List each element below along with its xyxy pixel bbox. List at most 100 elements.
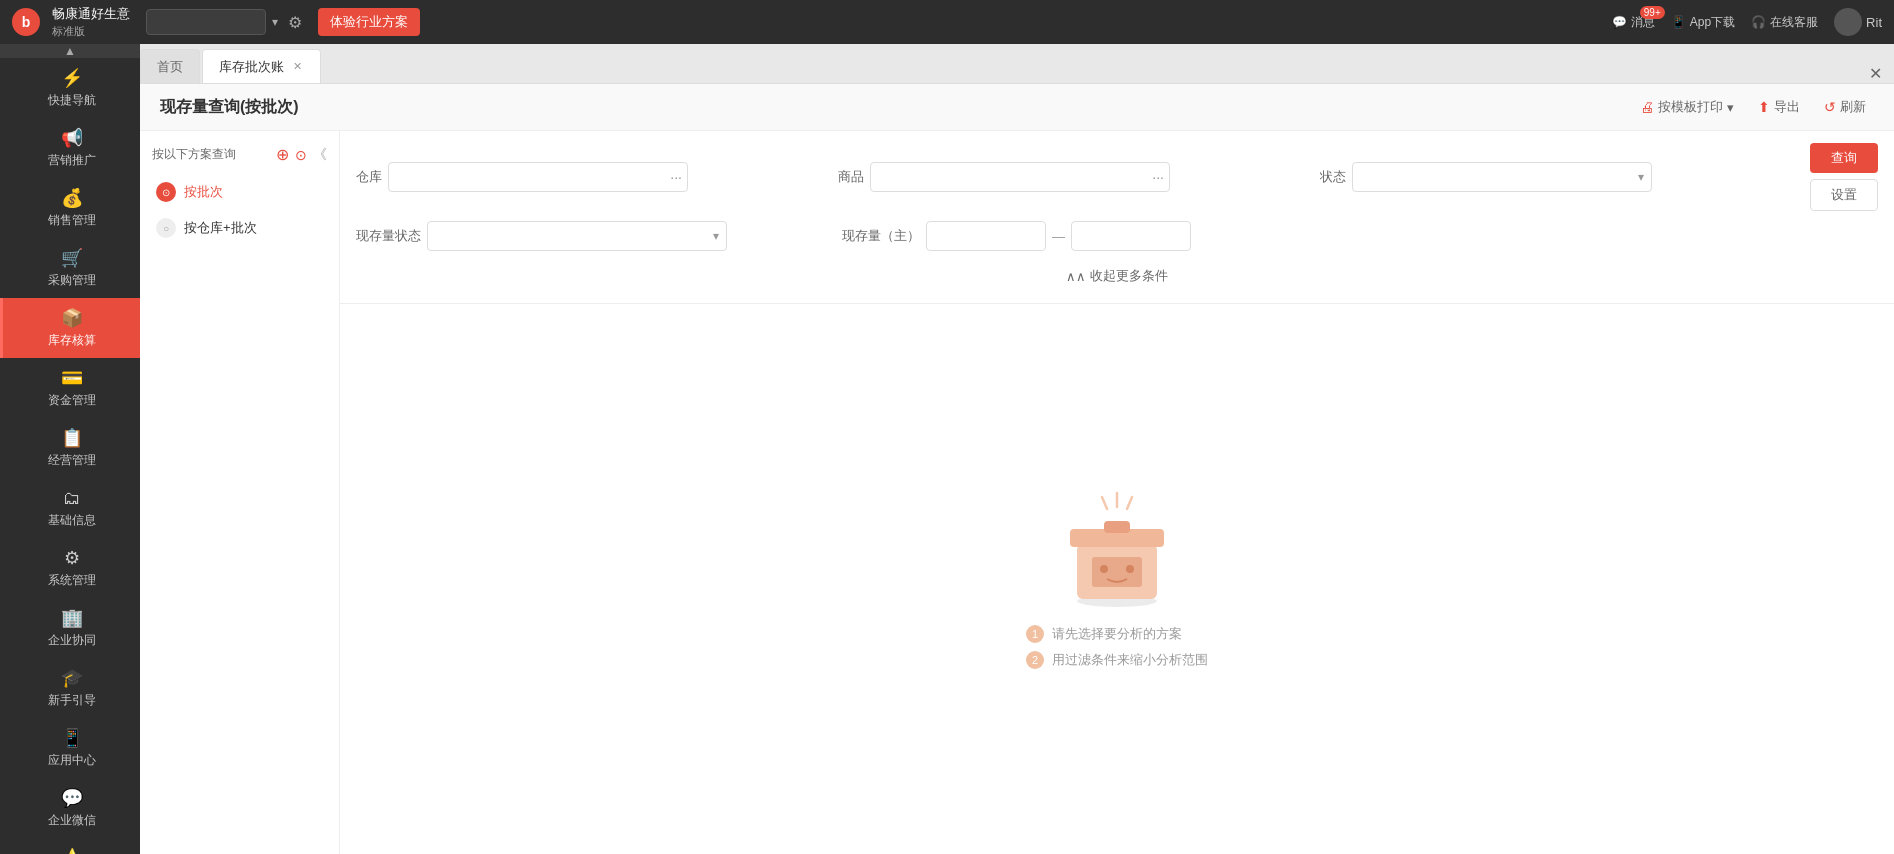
warehouse-dots[interactable]: ··· xyxy=(670,169,682,185)
range-dash: — xyxy=(1052,229,1065,244)
query-button[interactable]: 查询 xyxy=(1810,143,1878,173)
app-download-button[interactable]: 📱 App下载 xyxy=(1671,14,1735,31)
filter-actions: 查询 设置 xyxy=(1810,143,1878,211)
filter-row-1: 仓库 ··· 商品 ··· xyxy=(356,143,1878,211)
page-title: 现存量查询(按批次) xyxy=(160,97,299,118)
plan-warehouse-batch-label: 按仓库+批次 xyxy=(184,219,257,237)
sidebar-item-member[interactable]: ⭐ 畅会员 xyxy=(0,838,140,854)
inventory-qty-from[interactable] xyxy=(926,221,1046,251)
collapse-label: 收起更多条件 xyxy=(1090,267,1168,285)
filter-section: 仓库 ··· 商品 ··· xyxy=(340,131,1894,304)
left-panel: 按以下方案查询 ⊕ ⊙ 《 ⊙ 按批次 ○ 按仓库+批次 xyxy=(140,131,340,854)
product-input[interactable] xyxy=(870,162,1170,192)
apps-icon: 📱 xyxy=(61,727,83,749)
plan-warehouse-batch-icon: ○ xyxy=(156,218,176,238)
topbar-gear-icon[interactable]: ⚙ xyxy=(288,13,302,32)
sales-icon: 💰 xyxy=(61,187,83,209)
left-panel-header: 按以下方案查询 ⊕ ⊙ 《 xyxy=(140,139,339,170)
settings-plan-button[interactable]: ⊙ xyxy=(295,147,307,163)
guide-icon: 🎓 xyxy=(61,667,83,689)
sidebar-item-marketing[interactable]: 📢 营销推广 xyxy=(0,118,140,178)
experience-button[interactable]: 体验行业方案 xyxy=(318,8,420,36)
sidebar-item-enterprise[interactable]: 🏢 企业协同 xyxy=(0,598,140,658)
tab-bar: 首页 库存批次账 ✕ ✕ xyxy=(140,44,1894,84)
settings-button[interactable]: 设置 xyxy=(1810,179,1878,211)
sidebar-item-sales-label: 销售管理 xyxy=(48,213,96,229)
enterprise-icon: 🏢 xyxy=(61,607,83,629)
sidebar-item-system[interactable]: ⚙ 系统管理 xyxy=(0,538,140,598)
export-button[interactable]: ⬆ 导出 xyxy=(1750,94,1808,120)
warehouse-filter: 仓库 ··· xyxy=(356,162,822,192)
sidebar-item-apps[interactable]: 📱 应用中心 xyxy=(0,718,140,778)
collapse-button[interactable]: ∧∧ 收起更多条件 xyxy=(1066,261,1168,291)
warehouse-label: 仓库 xyxy=(356,168,382,186)
sidebar-item-guide-label: 新手引导 xyxy=(48,693,96,709)
sidebar: ▲ ⚡ 快捷导航 📢 营销推广 💰 销售管理 🛒 采购管理 📦 库存核算 💳 资… xyxy=(0,44,140,854)
page-header: 现存量查询(按批次) 🖨 按模板打印 ▾ ⬆ 导出 ↺ 刷新 xyxy=(140,84,1894,131)
warehouse-input[interactable] xyxy=(388,162,688,192)
member-icon: ⭐ xyxy=(61,847,83,854)
sidebar-item-inventory-label: 库存核算 xyxy=(48,333,96,349)
messages-badge: 99+ xyxy=(1640,6,1665,19)
collapse-icon: ∧∧ xyxy=(1066,269,1086,284)
wechat-icon: 💬 xyxy=(61,787,83,809)
right-panel: 仓库 ··· 商品 ··· xyxy=(340,131,1894,854)
user-area[interactable]: Rit xyxy=(1834,8,1882,36)
sidebar-item-sales[interactable]: 💰 销售管理 xyxy=(0,178,140,238)
tab-close-button[interactable]: ✕ xyxy=(290,60,304,74)
status-select[interactable] xyxy=(1352,162,1652,192)
search-input[interactable] xyxy=(146,9,266,35)
sidebar-item-wechat[interactable]: 💬 企业微信 xyxy=(0,778,140,838)
empty-svg xyxy=(1052,489,1182,609)
inventory-status-label: 现存量状态 xyxy=(356,227,421,245)
sidebar-item-marketing-label: 营销推广 xyxy=(48,153,96,169)
sidebar-item-basics[interactable]: 🗂 基础信息 xyxy=(0,478,140,538)
tab-inventory-batch-label: 库存批次账 xyxy=(219,58,284,76)
collapse-row: ∧∧ 收起更多条件 xyxy=(356,261,1878,291)
chevron-down-icon[interactable]: ▾ xyxy=(272,15,278,29)
print-button[interactable]: 🖨 按模板打印 ▾ xyxy=(1632,94,1742,120)
tab-home[interactable]: 首页 xyxy=(140,49,200,83)
sidebar-item-finance-label: 资金管理 xyxy=(48,393,96,409)
operation-icon: 📋 xyxy=(61,427,83,449)
sidebar-item-enterprise-label: 企业协同 xyxy=(48,633,96,649)
system-icon: ⚙ xyxy=(64,547,80,569)
sidebar-item-wechat-label: 企业微信 xyxy=(48,813,96,829)
status-select-wrap: ▾ xyxy=(1352,162,1652,192)
tab-bar-close-button[interactable]: ✕ xyxy=(1857,64,1894,83)
sidebar-item-inventory[interactable]: 📦 库存核算 xyxy=(0,298,140,358)
inventory-qty-to[interactable] xyxy=(1071,221,1191,251)
empty-hint-1: 1 请先选择要分析的方案 xyxy=(1026,625,1208,643)
sidebar-item-operation-label: 经营管理 xyxy=(48,453,96,469)
product-dots[interactable]: ··· xyxy=(1152,169,1164,185)
sidebar-item-system-label: 系统管理 xyxy=(48,573,96,589)
empty-illustration xyxy=(1052,489,1182,609)
filter-row-2: 现存量状态 ▾ 现存量（主） — xyxy=(356,221,1878,251)
sidebar-item-guide[interactable]: 🎓 新手引导 xyxy=(0,658,140,718)
svg-line-7 xyxy=(1102,497,1107,509)
online-service-button[interactable]: 🎧 在线客服 xyxy=(1751,14,1818,31)
hint-text-2: 用过滤条件来缩小分析范围 xyxy=(1052,651,1208,669)
online-service-label: 在线客服 xyxy=(1770,14,1818,31)
sidebar-item-quick-nav[interactable]: ⚡ 快捷导航 xyxy=(0,58,140,118)
plan-item-warehouse-batch[interactable]: ○ 按仓库+批次 xyxy=(140,210,339,246)
tab-inventory-batch[interactable]: 库存批次账 ✕ xyxy=(202,49,321,83)
print-icon: 🖨 xyxy=(1640,99,1654,115)
messages-button[interactable]: 💬 消息 99+ xyxy=(1612,14,1655,31)
warehouse-input-wrap: ··· xyxy=(388,162,688,192)
inventory-status-select[interactable] xyxy=(427,221,727,251)
sidebar-scroll-up[interactable]: ▲ xyxy=(0,44,140,58)
finance-icon: 💳 xyxy=(61,367,83,389)
sidebar-item-purchase[interactable]: 🛒 采购管理 xyxy=(0,238,140,298)
sidebar-item-finance[interactable]: 💳 资金管理 xyxy=(0,358,140,418)
sidebar-item-basics-label: 基础信息 xyxy=(48,513,96,529)
sidebar-item-operation[interactable]: 📋 经营管理 xyxy=(0,418,140,478)
plan-item-batch[interactable]: ⊙ 按批次 xyxy=(140,174,339,210)
collapse-panel-button[interactable]: 《 xyxy=(313,146,327,164)
left-panel-title: 按以下方案查询 xyxy=(152,146,236,163)
print-label: 按模板打印 xyxy=(1658,98,1723,116)
refresh-icon: ↺ xyxy=(1824,99,1836,115)
logo: b xyxy=(12,8,40,36)
add-plan-button[interactable]: ⊕ xyxy=(276,145,289,164)
refresh-button[interactable]: ↺ 刷新 xyxy=(1816,94,1874,120)
